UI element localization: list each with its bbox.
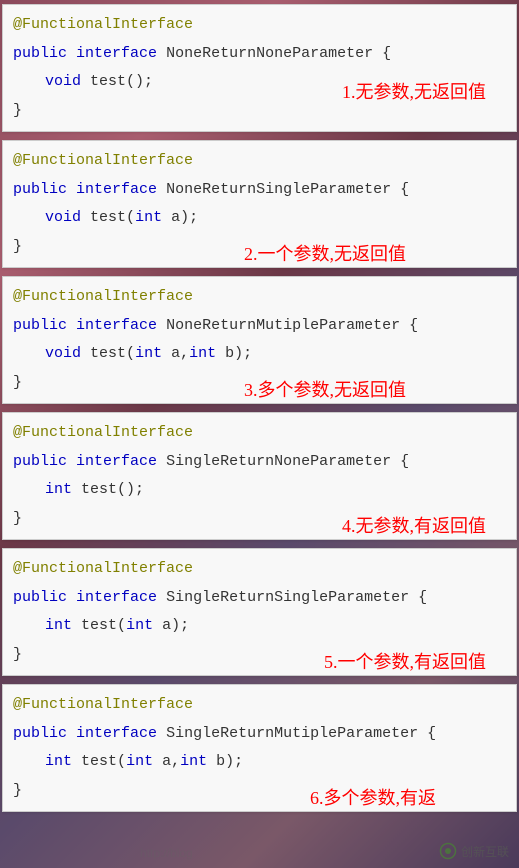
annotation: @FunctionalInterface — [13, 16, 193, 33]
code-block-1: @FunctionalInterface public interface No… — [2, 4, 517, 132]
code-line: int test(); — [13, 476, 506, 505]
code-line: void test(int a,int b); — [13, 340, 506, 369]
code-block-5: @FunctionalInterface public interface Si… — [2, 548, 517, 676]
code-line: void test(int a); — [13, 204, 506, 233]
code-line: @FunctionalInterface — [13, 555, 506, 584]
label-1: 1.无参数,无返回值 — [342, 75, 486, 109]
code-block-6: @FunctionalInterface public interface Si… — [2, 684, 517, 812]
code-line: @FunctionalInterface — [13, 419, 506, 448]
code-line: public interface NoneReturnSingleParamet… — [13, 176, 506, 205]
code-line: public interface NoneReturnNoneParameter… — [13, 40, 506, 69]
code-block-4: @FunctionalInterface public interface Si… — [2, 412, 517, 540]
code-line: @FunctionalInterface — [13, 147, 506, 176]
code-line: @FunctionalInterface — [13, 11, 506, 40]
label-3: 3.多个参数,无返回值 — [244, 373, 406, 407]
code-line: @FunctionalInterface — [13, 691, 506, 720]
label-6: 6.多个参数,有返 — [310, 781, 436, 815]
code-line: int test(int a,int b); — [13, 748, 506, 777]
watermark: 创新互联 — [439, 842, 509, 860]
label-2: 2.一个参数,无返回值 — [244, 237, 406, 271]
label-5: 5.一个参数,有返回值 — [324, 645, 486, 679]
code-block-3: @FunctionalInterface public interface No… — [2, 276, 517, 404]
watermark-logo-icon — [439, 842, 457, 860]
code-line: public interface NoneReturnMutipleParame… — [13, 312, 506, 341]
code-line: @FunctionalInterface — [13, 283, 506, 312]
code-block-2: @FunctionalInterface public interface No… — [2, 140, 517, 268]
watermark-url: http://blog — [140, 846, 193, 860]
code-line: public interface SingleReturnNoneParamet… — [13, 448, 506, 477]
code-line: public interface SingleReturnSingleParam… — [13, 584, 506, 613]
watermark-text: 创新互联 — [461, 843, 509, 860]
label-4: 4.无参数,有返回值 — [342, 509, 486, 543]
code-line: int test(int a); — [13, 612, 506, 641]
code-line: public interface SingleReturnMutiplePara… — [13, 720, 506, 749]
